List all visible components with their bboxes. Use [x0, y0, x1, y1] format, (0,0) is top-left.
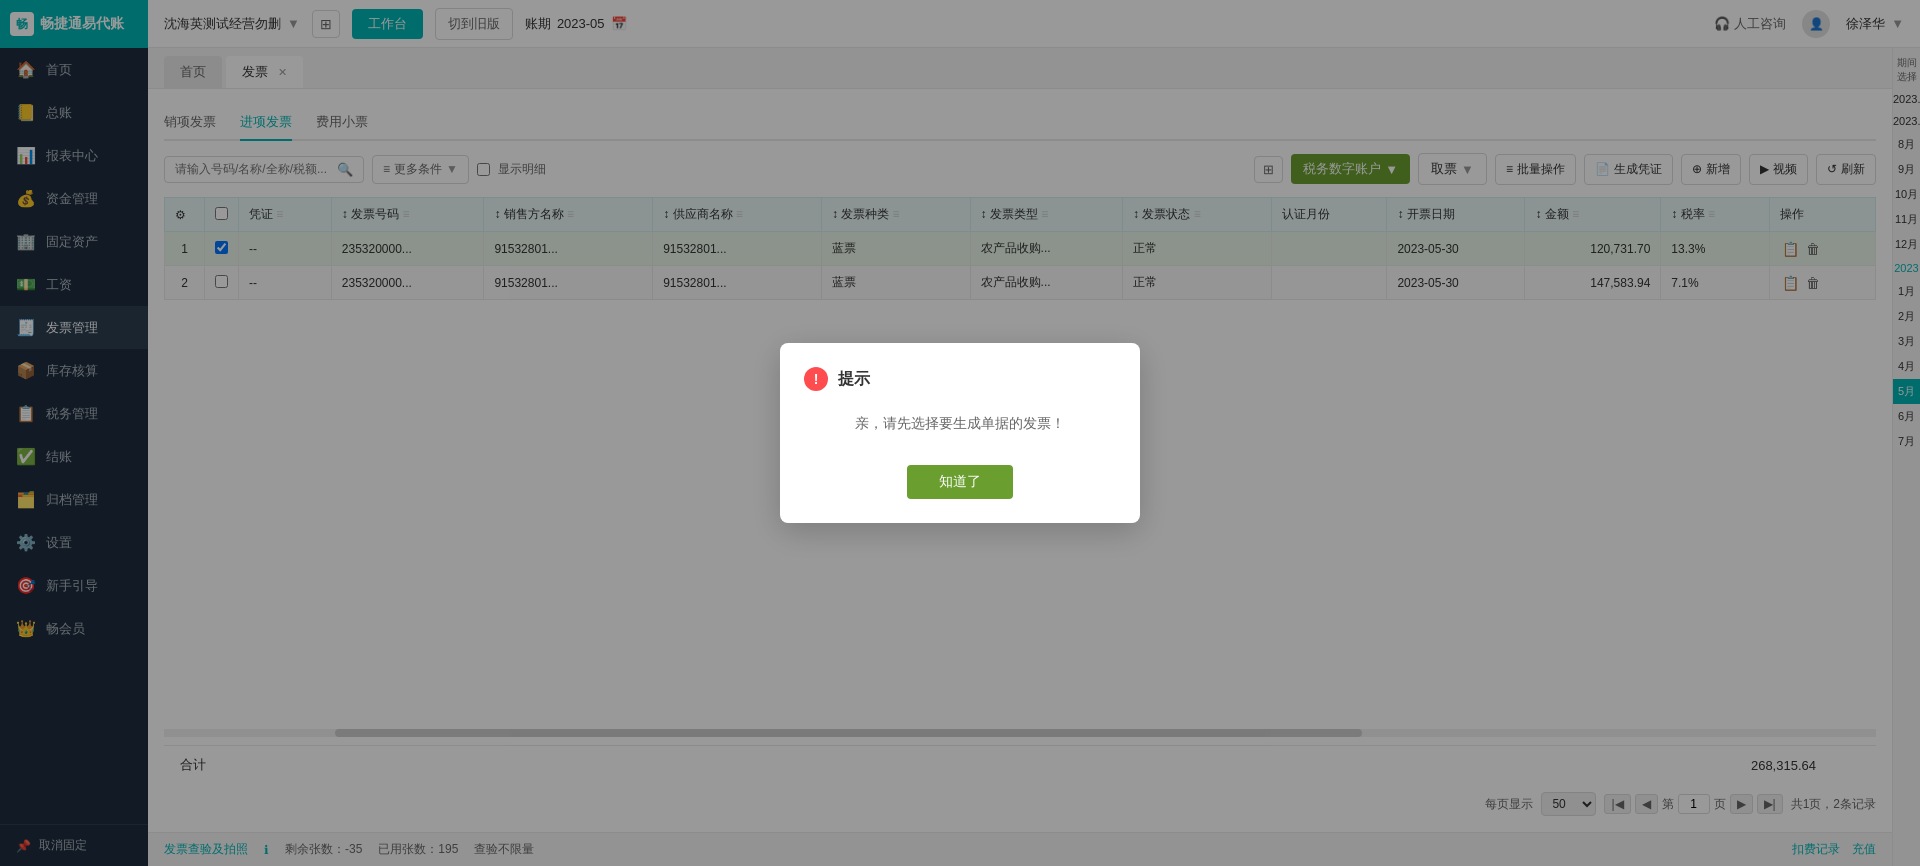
modal-message: 亲，请先选择要生成单据的发票！ [855, 415, 1065, 431]
modal-dialog: ! 提示 亲，请先选择要生成单据的发票！ 知道了 [780, 343, 1140, 523]
modal-footer: 知道了 [804, 465, 1116, 499]
modal-header: ! 提示 [804, 367, 1116, 391]
modal-title: 提示 [838, 369, 870, 390]
modal-overlay: ! 提示 亲，请先选择要生成单据的发票！ 知道了 [0, 0, 1920, 866]
confirm-button[interactable]: 知道了 [907, 465, 1013, 499]
modal-body: 亲，请先选择要生成单据的发票！ [804, 407, 1116, 441]
modal-warning-icon: ! [804, 367, 828, 391]
